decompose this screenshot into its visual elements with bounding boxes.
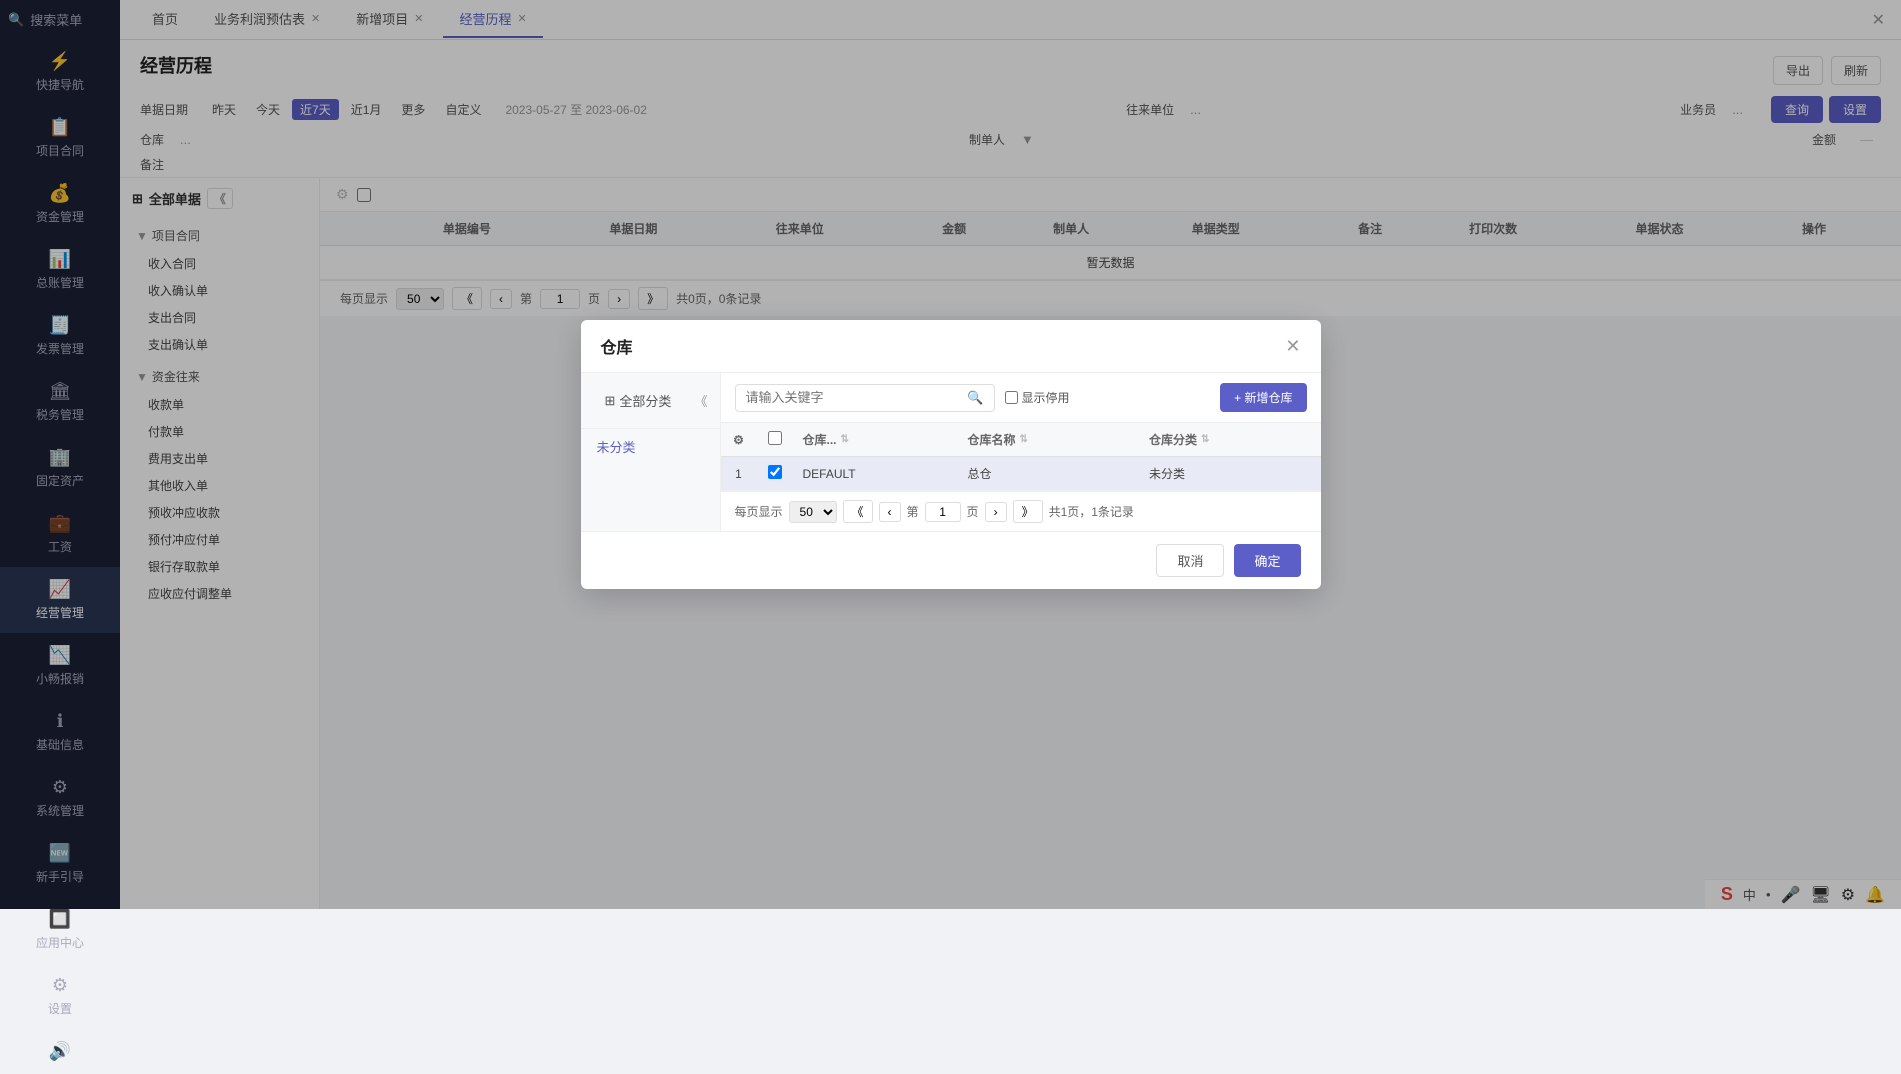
modal-pagination: 每页显示 50 《 ‹ 第 页 › 》 共1页，1条记录 xyxy=(721,491,1321,531)
modal-td-category: 未分类 xyxy=(1139,457,1321,491)
modal-next-page[interactable]: › xyxy=(985,502,1007,522)
th-checkbox xyxy=(757,423,793,457)
modal-table-header: ⚙ 仓库... ⇅ xyxy=(721,423,1321,457)
warehouse-modal: 仓库 ✕ ⊞ 全部分类 《 未分类 xyxy=(581,320,1321,589)
modal-td-checkbox[interactable] xyxy=(757,457,793,491)
modal-title: 仓库 xyxy=(601,334,633,358)
search-icon-modal: 🔍 xyxy=(967,390,983,406)
sidebar-bottom: ⚙ 设置 🔊 xyxy=(0,963,120,1074)
label-app-center: 应用中心 xyxy=(36,934,84,951)
modal-page-size-select[interactable]: 50 xyxy=(789,501,837,523)
modal-select-all[interactable] xyxy=(768,431,782,445)
modal-sidebar-title: 全部分类 xyxy=(619,391,671,410)
modal-sidebar-collapse[interactable]: 《 xyxy=(694,391,707,410)
modal-content-area: 🔍 显示停用 + 新增仓库 ⚙ xyxy=(721,373,1321,531)
modal-search-box[interactable]: 🔍 xyxy=(735,384,995,412)
modal-toolbar: 🔍 显示停用 + 新增仓库 xyxy=(721,373,1321,423)
th-settings: ⚙ xyxy=(721,423,757,457)
modal-table-row[interactable]: 1 DEFAULT 总仓 未分类 xyxy=(721,457,1321,491)
sidebar-settings-label: 设置 xyxy=(48,1000,72,1017)
cancel-button[interactable]: 取消 xyxy=(1156,544,1224,577)
show-disabled-text: 显示停用 xyxy=(1022,389,1070,406)
sort-icon-name: ⇅ xyxy=(1020,434,1028,445)
modal-prev-page[interactable]: ‹ xyxy=(879,502,901,522)
show-disabled-label[interactable]: 显示停用 xyxy=(1005,389,1070,406)
modal-sidebar-header: ⊞ 全部分类 xyxy=(593,381,684,420)
th-category: 仓库分类 ⇅ xyxy=(1139,423,1321,457)
modal-header: 仓库 ✕ xyxy=(581,320,1321,373)
modal-sidebar: ⊞ 全部分类 《 未分类 xyxy=(581,373,721,531)
modal-body: ⊞ 全部分类 《 未分类 🔍 显示停用 xyxy=(581,373,1321,531)
sort-icon-code: ⇅ xyxy=(841,434,849,445)
icon-app-center: 🔲 xyxy=(49,909,71,930)
modal-page-input[interactable] xyxy=(925,502,961,522)
modal-page-unit: 页 xyxy=(967,503,979,520)
confirm-button[interactable]: 确定 xyxy=(1234,544,1300,577)
th-code: 仓库... ⇅ xyxy=(793,423,958,457)
add-warehouse-button[interactable]: + 新增仓库 xyxy=(1220,383,1306,412)
modal-close-button[interactable]: ✕ xyxy=(1285,336,1300,357)
modal-sidebar-item-未分类[interactable]: 未分类 xyxy=(581,429,720,464)
settings-icon: ⚙ xyxy=(52,975,68,996)
row-checkbox[interactable] xyxy=(768,465,782,479)
modal-search-input[interactable] xyxy=(746,390,962,405)
modal-page-label: 第 xyxy=(907,503,919,520)
modal-td-name: 总仓 xyxy=(958,457,1139,491)
modal-table-wrap: ⚙ 仓库... ⇅ xyxy=(721,423,1321,491)
sidebar-item-settings[interactable]: ⚙ 设置 xyxy=(0,963,120,1029)
modal-td-seq: 1 xyxy=(721,457,757,491)
settings-icon-modal[interactable]: ⚙ xyxy=(733,433,744,447)
modal-td-code: DEFAULT xyxy=(793,457,958,491)
modal-overlay: 仓库 ✕ ⊞ 全部分类 《 未分类 xyxy=(0,0,1901,909)
modal-first-page[interactable]: 《 xyxy=(843,500,873,523)
modal-table: ⚙ 仓库... ⇅ xyxy=(721,423,1321,491)
modal-footer: 取消 确定 xyxy=(581,531,1321,589)
th-name: 仓库名称 ⇅ xyxy=(958,423,1139,457)
volume-icon: 🔊 xyxy=(49,1041,71,1062)
sort-icon-category: ⇅ xyxy=(1201,434,1209,445)
sidebar-item-volume[interactable]: 🔊 xyxy=(0,1029,120,1074)
modal-total-info: 共1页，1条记录 xyxy=(1049,503,1134,520)
show-disabled-checkbox[interactable] xyxy=(1005,391,1018,404)
modal-last-page[interactable]: 》 xyxy=(1013,500,1043,523)
grid-icon-modal: ⊞ xyxy=(605,393,616,409)
modal-page-size-label: 每页显示 xyxy=(735,503,783,520)
